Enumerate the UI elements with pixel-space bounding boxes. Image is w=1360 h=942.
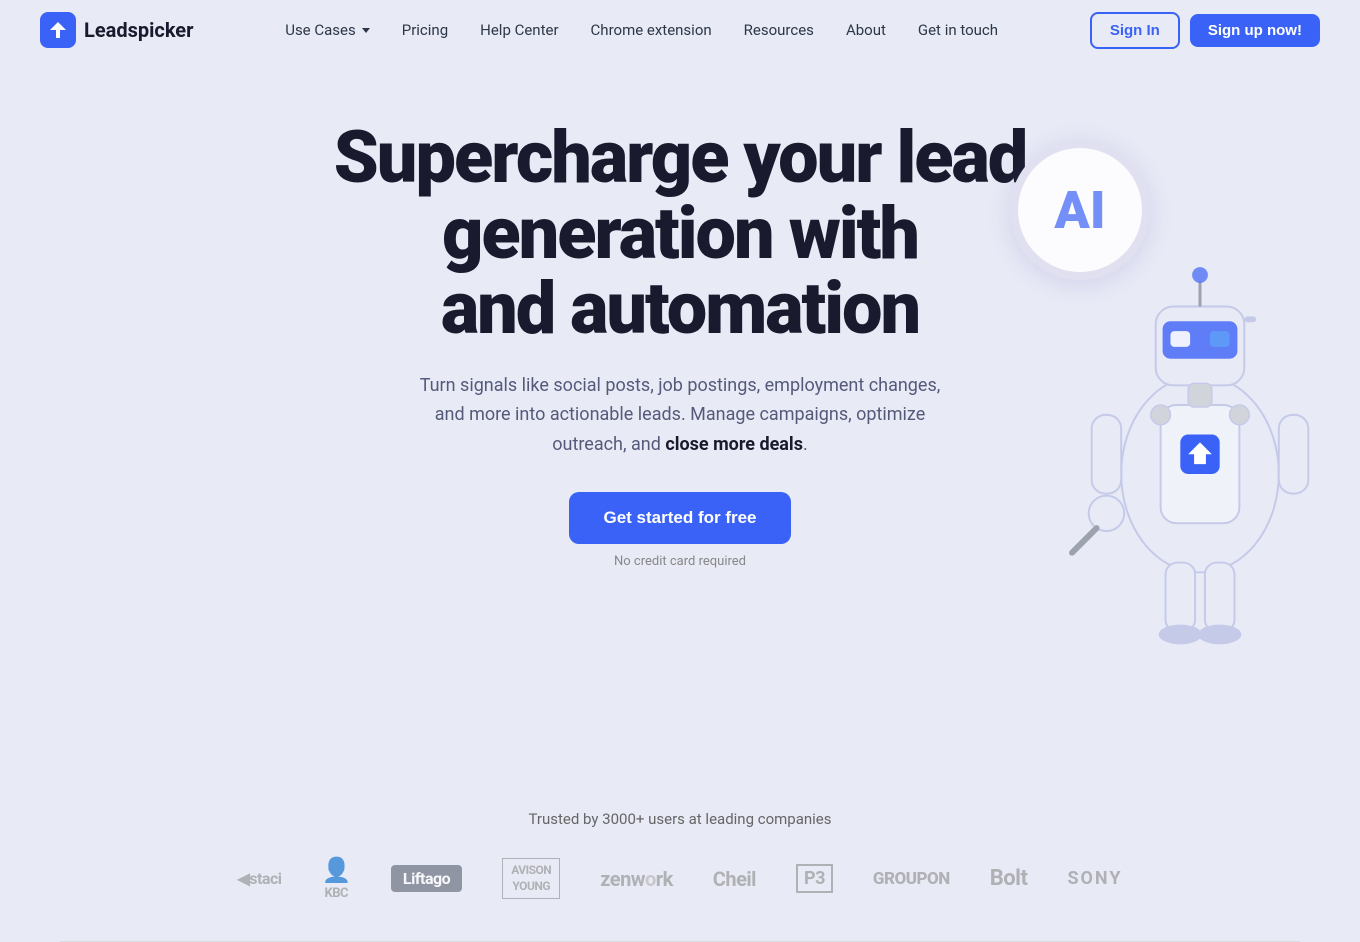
logos-row: ◀staci 👤 KBC Liftago AVISONYOUNG zenwork… xyxy=(40,856,1320,901)
logo-staci: ◀staci xyxy=(237,869,281,888)
nav-item-pricing[interactable]: Pricing xyxy=(388,13,462,47)
no-credit-text: No credit card required xyxy=(334,554,1027,569)
nav-item-about[interactable]: About xyxy=(832,13,900,47)
chevron-down-icon xyxy=(362,28,370,33)
nav-links: Use Cases Pricing Help Center Chrome ext… xyxy=(271,13,1012,47)
logo-bolt: Bolt xyxy=(990,866,1028,891)
brand-logo[interactable]: Leadspicker xyxy=(40,12,193,48)
logo-sony: SONY xyxy=(1067,868,1122,889)
logo-avison: AVISONYOUNG xyxy=(502,858,560,899)
signup-button[interactable]: Sign up now! xyxy=(1190,14,1320,47)
trusted-text: Trusted by 3000+ users at leading compan… xyxy=(40,810,1320,828)
ai-badge: AI xyxy=(1010,140,1150,280)
hero-section: AI xyxy=(0,60,1360,760)
cta-button[interactable]: Get started for free xyxy=(569,492,790,544)
hero-content: Supercharge your lead generation with an… xyxy=(334,120,1027,569)
brand-name: Leadspicker xyxy=(84,18,193,42)
logo-liftago: Liftago xyxy=(391,865,462,892)
nav-item-get-in-touch[interactable]: Get in touch xyxy=(904,13,1012,47)
logo-kbc: 👤 KBC xyxy=(322,856,351,901)
logo-cheil: Cheil xyxy=(713,867,756,891)
logo-groupon: GROUPON xyxy=(873,869,950,889)
nav-item-resources[interactable]: Resources xyxy=(730,13,828,47)
hero-title: Supercharge your lead generation with an… xyxy=(334,120,1027,347)
navbar: Leadspicker Use Cases Pricing Help Cente… xyxy=(0,0,1360,60)
nav-actions: Sign In Sign up now! xyxy=(1090,12,1320,49)
signin-button[interactable]: Sign In xyxy=(1090,12,1180,49)
trusted-section: Trusted by 3000+ users at leading compan… xyxy=(0,760,1360,921)
nav-item-help-center[interactable]: Help Center xyxy=(466,13,572,47)
nav-item-use-cases[interactable]: Use Cases xyxy=(271,13,384,47)
logo-p3: P3 xyxy=(796,864,833,893)
logo-zenwork: zenwork xyxy=(600,867,673,891)
hero-subtitle: Turn signals like social posts, job post… xyxy=(410,371,950,460)
nav-item-chrome-extension[interactable]: Chrome extension xyxy=(577,13,726,47)
